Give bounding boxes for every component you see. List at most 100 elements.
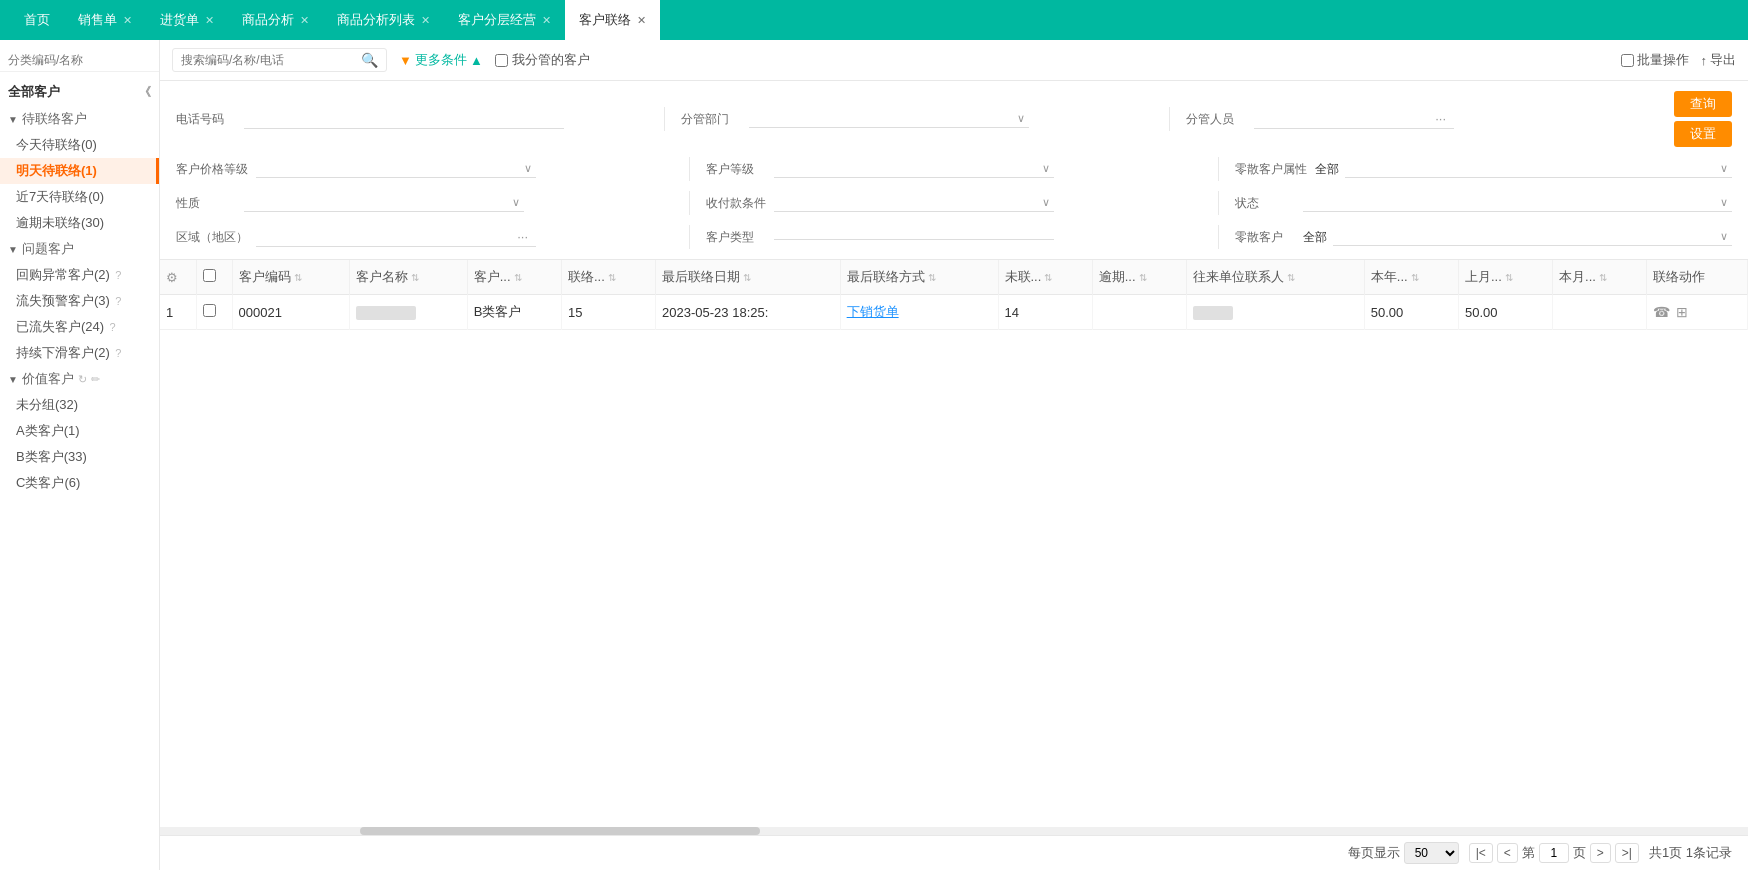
- td-this-year: 50.00: [1364, 295, 1458, 330]
- sidebar-item-overdue[interactable]: 逾期未联络(30): [0, 210, 159, 236]
- page-nav: |< < 第 页 > >|: [1469, 843, 1639, 863]
- close-purchase-icon[interactable]: ✕: [205, 14, 214, 27]
- close-goods-analysis-icon[interactable]: ✕: [300, 14, 309, 27]
- sort-this-year-icon[interactable]: ⇅: [1411, 272, 1419, 283]
- page-number-input[interactable]: [1539, 843, 1569, 863]
- group-problem-customers[interactable]: ▼ 问题客户: [0, 236, 159, 262]
- my-customers-check[interactable]: [495, 54, 508, 67]
- sidebar-item-class-a[interactable]: A类客户(1): [0, 418, 159, 444]
- price-level-select[interactable]: ∨: [256, 160, 536, 178]
- sidebar-item-class-b[interactable]: B类客户(33): [0, 444, 159, 470]
- next-page-btn[interactable]: >: [1590, 843, 1611, 863]
- sort-overdue-icon[interactable]: ⇅: [1139, 272, 1147, 283]
- search-icon-main[interactable]: 🔍: [361, 52, 378, 68]
- dots-region: ···: [517, 229, 528, 244]
- help-icon-2[interactable]: ?: [115, 295, 121, 307]
- td-code: 000021: [232, 295, 350, 330]
- sidebar-item-tomorrow[interactable]: 明天待联络(1): [0, 158, 159, 184]
- sidebar-item-class-c[interactable]: C类客户(6): [0, 470, 159, 496]
- sort-uncontacted-icon[interactable]: ⇅: [1044, 272, 1052, 283]
- nav-goods-list[interactable]: 商品分析列表 ✕: [323, 0, 444, 40]
- nature-select[interactable]: ∨: [244, 194, 524, 212]
- reset-btn[interactable]: 设置: [1674, 121, 1732, 147]
- chevron-price-level: ∨: [524, 162, 532, 175]
- sidebar-item-today[interactable]: 今天待联络(0): [0, 132, 159, 158]
- sort-last-month-icon[interactable]: ⇅: [1505, 272, 1513, 283]
- group-value-customers[interactable]: ▼ 价值客户 ↻ ✏: [0, 366, 159, 392]
- scrollbar-thumb[interactable]: [360, 827, 760, 835]
- sidebar-item-ungrouped[interactable]: 未分组(32): [0, 392, 159, 418]
- sort-name-icon[interactable]: ⇅: [411, 272, 419, 283]
- sidebar-item-repurchase-abnormal[interactable]: 回购异常客户(2) ?: [0, 262, 159, 288]
- help-icon-4[interactable]: ?: [115, 347, 121, 359]
- chevron-retail-attr: ∨: [1720, 162, 1728, 175]
- close-goods-list-icon[interactable]: ✕: [421, 14, 430, 27]
- sidebar-item-churn-warning[interactable]: 流失预警客户(3) ?: [0, 288, 159, 314]
- horizontal-scrollbar[interactable]: [160, 827, 1748, 835]
- main-content: 🔍 ▼ 更多条件 ▲ 我分管的客户 批量操作 ↑ 导出: [160, 40, 1748, 870]
- sidebar-item-7days[interactable]: 近7天待联络(0): [0, 184, 159, 210]
- first-page-btn[interactable]: |<: [1469, 843, 1493, 863]
- th-this-year: 本年... ⇅: [1364, 260, 1458, 295]
- my-customers-checkbox[interactable]: 我分管的客户: [495, 51, 590, 69]
- filter-phone: 电话号码: [176, 110, 648, 129]
- customer-level-select[interactable]: ∨: [774, 160, 1054, 178]
- search-input[interactable]: [181, 53, 361, 67]
- bulk-op-btn[interactable]: 批量操作: [1621, 51, 1689, 69]
- row-checkbox[interactable]: [203, 304, 216, 317]
- bulk-checkbox[interactable]: [1621, 54, 1634, 67]
- nav-home[interactable]: 首页: [10, 0, 64, 40]
- group-pending-contact[interactable]: ▼ 待联络客户: [0, 106, 159, 132]
- status-select[interactable]: ∨: [1303, 194, 1732, 212]
- more-conditions-btn[interactable]: ▼ 更多条件 ▲: [399, 51, 483, 69]
- sidebar-item-churned[interactable]: 已流失客户(24) ?: [0, 314, 159, 340]
- division-dept-select[interactable]: ∨: [749, 110, 1029, 128]
- division-person-select[interactable]: ···: [1254, 109, 1454, 129]
- contact-action-icon[interactable]: ☎: [1653, 304, 1670, 320]
- nav-sales[interactable]: 销售单 ✕: [64, 0, 146, 40]
- refresh-icon[interactable]: ↻: [78, 373, 87, 386]
- close-customer-tier-icon[interactable]: ✕: [542, 14, 551, 27]
- sort-last-method-icon[interactable]: ⇅: [928, 272, 936, 283]
- customer-type-select[interactable]: [774, 235, 1054, 240]
- filter-row-2: 客户价格等级 ∨ 客户等级 ∨ 零散客户属性: [176, 157, 1732, 181]
- page-size-dropdown[interactable]: 50 100 200: [1404, 842, 1459, 864]
- filter-customer-level: 客户等级 ∨: [706, 160, 1203, 178]
- sidebar-search-input[interactable]: [8, 53, 158, 67]
- more-action-icon[interactable]: ⊞: [1676, 304, 1688, 320]
- sort-code-icon[interactable]: ⇅: [294, 272, 302, 283]
- td-checkbox: [196, 295, 232, 330]
- help-icon-3[interactable]: ?: [109, 321, 115, 333]
- prev-page-btn[interactable]: <: [1497, 843, 1518, 863]
- help-icon-1[interactable]: ?: [115, 269, 121, 281]
- query-btn[interactable]: 查询: [1674, 91, 1732, 117]
- nav-goods-analysis[interactable]: 商品分析 ✕: [228, 0, 323, 40]
- sort-last-date-icon[interactable]: ⇅: [743, 272, 751, 283]
- filter-row-4: 区域（地区） ··· 客户类型 零散客户 全部: [176, 225, 1732, 249]
- sort-type-icon[interactable]: ⇅: [514, 272, 522, 283]
- retail-customer-select[interactable]: ∨: [1333, 228, 1732, 246]
- payment-select[interactable]: ∨: [774, 194, 1054, 212]
- nav-customer-tier[interactable]: 客户分层经营 ✕: [444, 0, 565, 40]
- close-customer-contact-icon[interactable]: ✕: [637, 14, 646, 27]
- td-last-month: 50.00: [1458, 295, 1552, 330]
- sort-contact-person-icon[interactable]: ⇅: [1287, 272, 1295, 283]
- sort-contact-icon[interactable]: ⇅: [608, 272, 616, 283]
- nav-customer-contact[interactable]: 客户联络 ✕: [565, 0, 660, 40]
- top-nav: 首页 销售单 ✕ 进货单 ✕ 商品分析 ✕ 商品分析列表 ✕ 客户分层经营 ✕ …: [0, 0, 1748, 40]
- gear-icon[interactable]: ⚙: [166, 270, 178, 285]
- export-btn[interactable]: ↑ 导出: [1701, 51, 1737, 69]
- retail-attr-select[interactable]: ∨: [1345, 160, 1732, 178]
- sort-this-month-icon[interactable]: ⇅: [1599, 272, 1607, 283]
- edit-icon[interactable]: ✏: [91, 373, 100, 386]
- last-method-link[interactable]: 下销货单: [847, 304, 899, 319]
- sidebar-item-declining[interactable]: 持续下滑客户(2) ?: [0, 340, 159, 366]
- last-page-btn[interactable]: >|: [1615, 843, 1639, 863]
- region-select[interactable]: ···: [256, 227, 536, 247]
- select-all-checkbox[interactable]: [203, 269, 216, 282]
- close-sales-icon[interactable]: ✕: [123, 14, 132, 27]
- nav-purchase[interactable]: 进货单 ✕: [146, 0, 228, 40]
- phone-input[interactable]: [244, 110, 564, 129]
- th-checkbox: [196, 260, 232, 295]
- all-customers-title[interactable]: 全部客户 《: [0, 78, 159, 106]
